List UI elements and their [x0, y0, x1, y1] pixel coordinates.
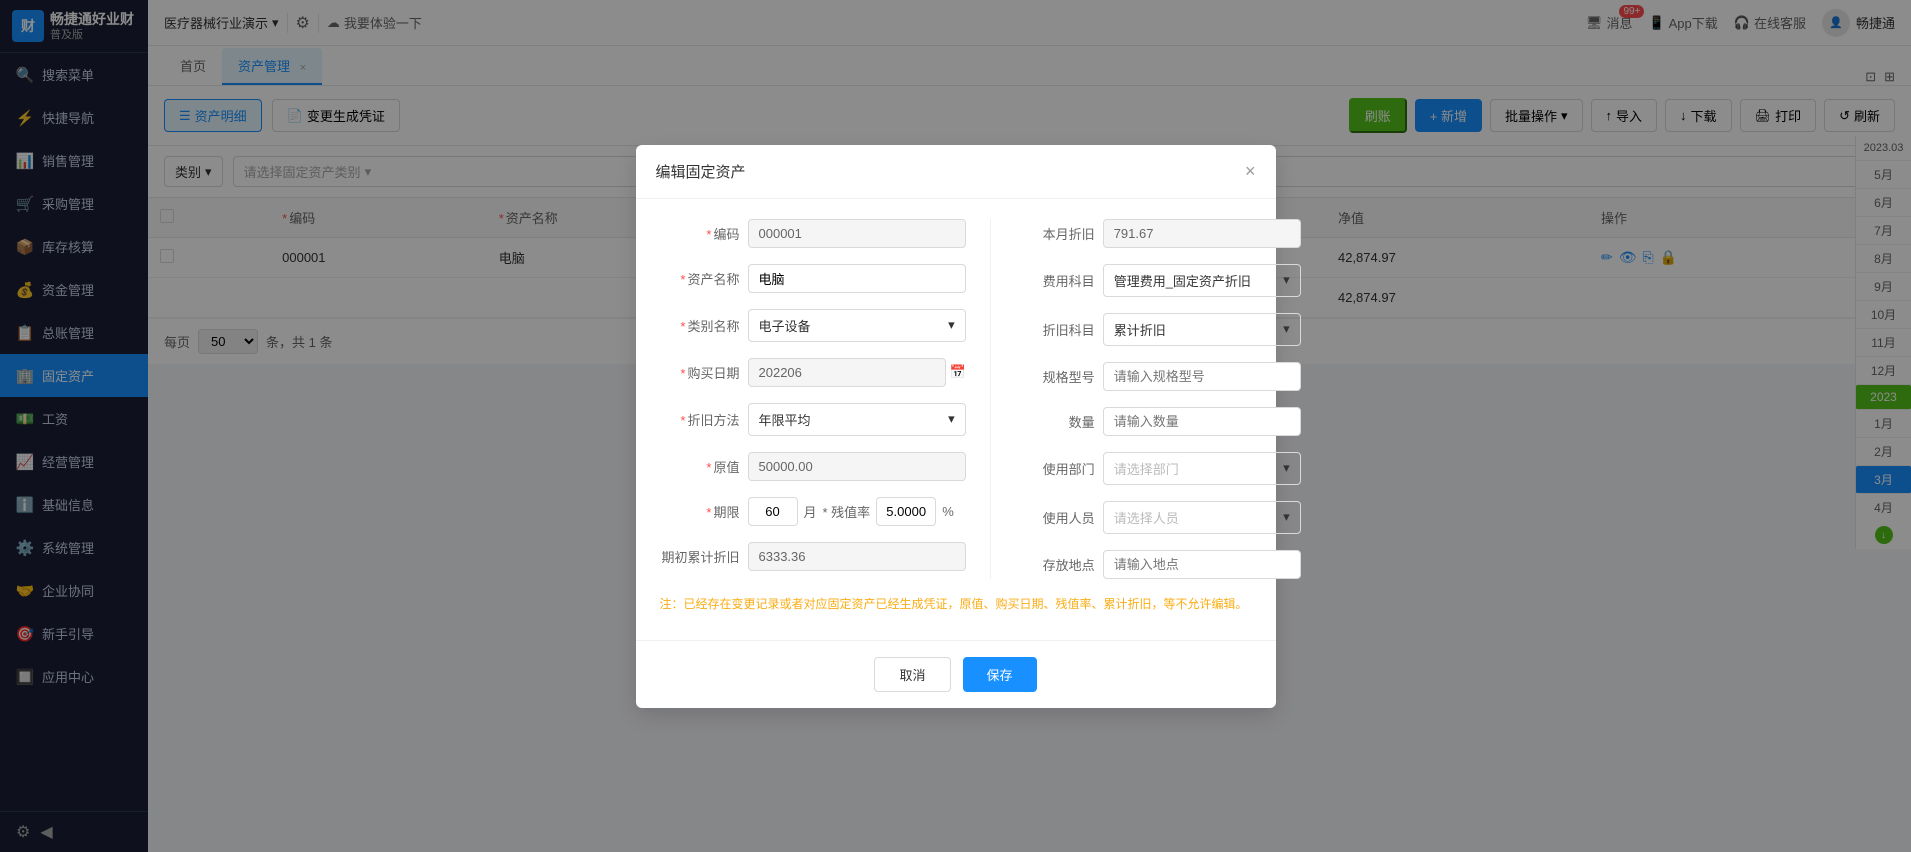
depreciation-subject-value: 累计折旧	[1114, 320, 1166, 339]
depreciation-method-value: 年限平均	[759, 410, 811, 429]
period-inputs: 月 * 残值率 %	[748, 497, 966, 526]
form-col-left: 编码 资产名称 类别名称 电子设备 ▾	[660, 219, 990, 579]
residual-rate-label: * 残值率	[823, 502, 871, 521]
form-row-expense-subject: 费用科目 管理费用_固定资产折旧 ▾	[1015, 264, 1301, 297]
quantity-input[interactable]	[1103, 407, 1301, 436]
code-input[interactable]	[748, 219, 966, 248]
depreciation-method-label: 折旧方法	[660, 410, 740, 429]
modal-title: 编辑固定资产	[656, 161, 746, 182]
depreciation-subject-label: 折旧科目	[1015, 320, 1095, 339]
form-row-monthly-depreciation: 本月折旧	[1015, 219, 1301, 248]
initial-depreciation-label: 期初累计折旧	[660, 547, 740, 566]
form-row-quantity: 数量	[1015, 407, 1301, 436]
residual-unit: %	[942, 504, 954, 519]
form-row-depreciation-subject: 折旧科目 累计折旧 ▾	[1015, 313, 1301, 346]
dropdown-icon: ▾	[948, 411, 955, 427]
dropdown-icon: ▾	[948, 317, 955, 333]
person-select[interactable]: 请选择人员 ▾	[1103, 501, 1301, 534]
spec-model-input[interactable]	[1103, 362, 1301, 391]
monthly-depreciation-input[interactable]	[1103, 219, 1301, 248]
form-row-depreciation-method: 折旧方法 年限平均 ▾	[660, 403, 966, 436]
calendar-icon[interactable]: 📅	[950, 364, 966, 380]
spec-model-label: 规格型号	[1015, 367, 1095, 386]
category-select[interactable]: 电子设备 ▾	[748, 309, 966, 342]
initial-depreciation-input[interactable]	[748, 542, 966, 571]
form-row-category: 类别名称 电子设备 ▾	[660, 309, 966, 342]
purchase-date-label: 购买日期	[660, 363, 740, 382]
dropdown-icon: ▾	[1283, 460, 1290, 476]
expense-subject-value: 管理费用_固定资产折旧	[1114, 271, 1251, 290]
form-col-right: 本月折旧 费用科目 管理费用_固定资产折旧 ▾ 折旧科目	[990, 219, 1301, 579]
quantity-label: 数量	[1015, 412, 1095, 431]
original-value-input[interactable]	[748, 452, 966, 481]
person-placeholder: 请选择人员	[1114, 508, 1179, 527]
original-value-label: 原值	[660, 457, 740, 476]
depreciation-method-select[interactable]: 年限平均 ▾	[748, 403, 966, 436]
edit-asset-modal: 编辑固定资产 × 编码 资产名称	[636, 145, 1276, 708]
modal-body: 编码 资产名称 类别名称 电子设备 ▾	[636, 199, 1276, 640]
form-grid: 编码 资产名称 类别名称 电子设备 ▾	[660, 219, 1252, 579]
form-row-person: 使用人员 请选择人员 ▾	[1015, 501, 1301, 534]
period-input[interactable]	[748, 497, 798, 526]
modal-header: 编辑固定资产 ×	[636, 145, 1276, 199]
location-label: 存放地点	[1015, 555, 1095, 574]
dropdown-icon: ▾	[1283, 509, 1290, 525]
asset-name-label: 资产名称	[660, 269, 740, 288]
person-label: 使用人员	[1015, 508, 1095, 527]
location-input[interactable]	[1103, 550, 1301, 579]
monthly-depreciation-label: 本月折旧	[1015, 224, 1095, 243]
form-row-location: 存放地点	[1015, 550, 1301, 579]
form-row-spec-model: 规格型号	[1015, 362, 1301, 391]
purchase-date-input[interactable]	[748, 358, 946, 387]
form-row-original-value: 原值	[660, 452, 966, 481]
cancel-button[interactable]: 取消	[874, 657, 950, 692]
depreciation-subject-select[interactable]: 累计折旧 ▾	[1103, 313, 1301, 346]
period-label: 期限	[660, 502, 740, 521]
category-label: 类别名称	[660, 316, 740, 335]
save-button[interactable]: 保存	[963, 657, 1037, 692]
modal-notice: 注：已经存在变更记录或者对应固定资产已经生成凭证，原值、购买日期、残值率、累计折…	[660, 587, 1252, 620]
expense-subject-label: 费用科目	[1015, 271, 1095, 290]
modal-overlay: 编辑固定资产 × 编码 资产名称	[0, 0, 1911, 852]
code-label: 编码	[660, 224, 740, 243]
modal-close-button[interactable]: ×	[1245, 161, 1256, 182]
residual-rate-input[interactable]	[876, 497, 936, 526]
form-row-asset-name: 资产名称	[660, 264, 966, 293]
category-value: 电子设备	[759, 316, 811, 335]
asset-name-input[interactable]	[748, 264, 966, 293]
dropdown-icon: ▾	[1283, 272, 1290, 288]
department-placeholder: 请选择部门	[1114, 459, 1179, 478]
form-row-period: 期限 月 * 残值率 %	[660, 497, 966, 526]
department-select[interactable]: 请选择部门 ▾	[1103, 452, 1301, 485]
department-label: 使用部门	[1015, 459, 1095, 478]
expense-subject-select[interactable]: 管理费用_固定资产折旧 ▾	[1103, 264, 1301, 297]
form-row-purchase-date: 购买日期 📅	[660, 358, 966, 387]
form-row-code: 编码	[660, 219, 966, 248]
modal-footer: 取消 保存	[636, 640, 1276, 708]
period-unit: 月	[804, 502, 817, 521]
form-row-department: 使用部门 请选择部门 ▾	[1015, 452, 1301, 485]
dropdown-icon: ▾	[1283, 321, 1290, 337]
form-row-initial-depreciation: 期初累计折旧	[660, 542, 966, 571]
